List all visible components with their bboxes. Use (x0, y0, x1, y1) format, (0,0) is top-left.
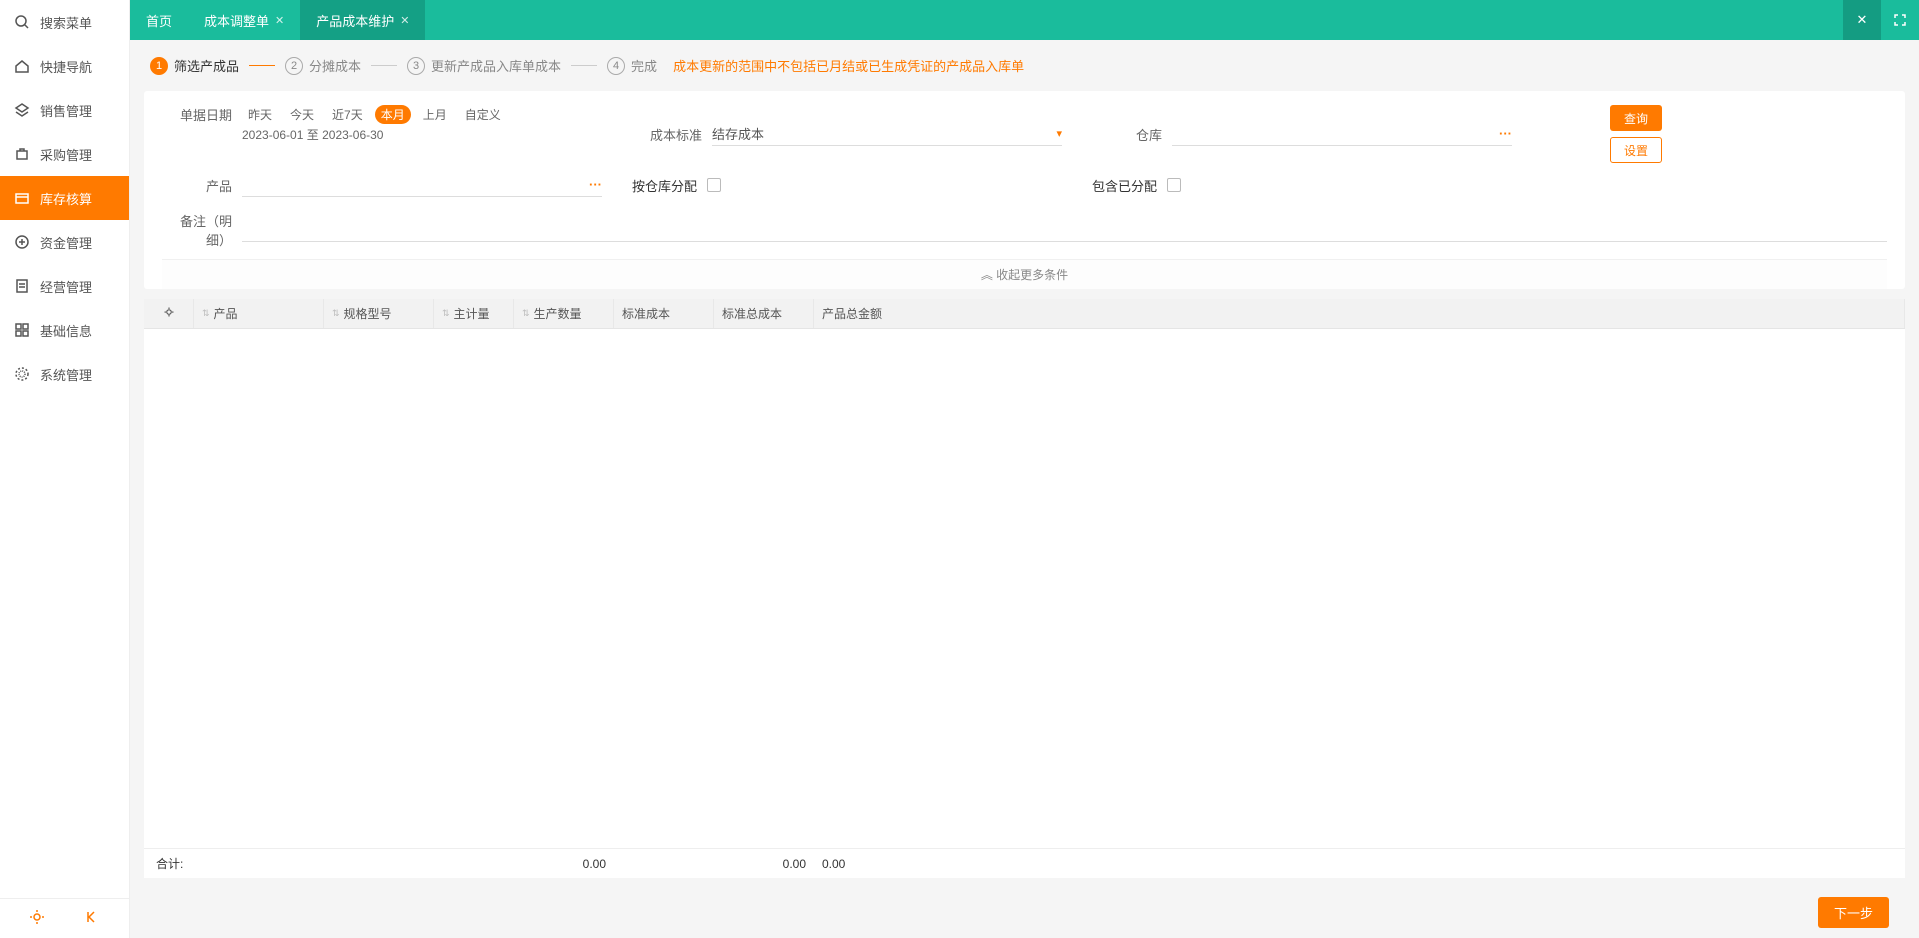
tabbar: 首页 成本调整单✕ 产品成本维护✕ ✕ (130, 0, 1919, 40)
sort-icon[interactable]: ⇅ (202, 309, 210, 318)
sidebar-item-base[interactable]: 基础信息 (0, 308, 129, 352)
close-icon[interactable]: ✕ (400, 14, 409, 27)
more-icon[interactable]: ··· (1499, 126, 1512, 141)
home-icon (14, 58, 30, 74)
include-allocated-label: 包含已分配 (1092, 176, 1157, 195)
close-icon[interactable]: ✕ (275, 14, 284, 27)
step-1: 1筛选产成品 (150, 56, 239, 75)
footer-collapse-icon[interactable] (84, 909, 100, 928)
warehouse-label: 仓库 (1092, 125, 1162, 144)
sidebar-label: 快捷导航 (40, 57, 92, 76)
by-warehouse-checkbox[interactable] (707, 178, 721, 192)
by-warehouse-label: 按仓库分配 (632, 176, 697, 195)
sidebar-label: 资金管理 (40, 233, 92, 252)
sidebar-item-nav[interactable]: 快捷导航 (0, 44, 129, 88)
collapse-bar[interactable]: ︽ 收起更多条件 (162, 259, 1887, 289)
gear-icon[interactable] (163, 306, 175, 321)
date-range: 2023-06-01 至 2023-06-30 (242, 126, 602, 143)
settings-button[interactable]: 设置 (1610, 137, 1662, 163)
sidebar-item-finance[interactable]: 资金管理 (0, 220, 129, 264)
cart-icon (14, 146, 30, 162)
step-warning: 成本更新的范围中不包括已月结或已生成凭证的产成品入库单 (673, 56, 1024, 75)
query-button[interactable]: 查询 (1610, 105, 1662, 131)
sidebar-label: 系统管理 (40, 365, 92, 384)
remark-input[interactable] (242, 218, 1887, 242)
chip-7days[interactable]: 近7天 (326, 105, 369, 124)
table-footer: 合计: 0.00 0.00 0.00 (144, 848, 1905, 878)
doc-icon (14, 278, 30, 294)
sidebar-item-search[interactable]: 搜索菜单 (0, 0, 129, 44)
chip-custom[interactable]: 自定义 (459, 105, 507, 124)
sidebar-item-biz[interactable]: 经营管理 (0, 264, 129, 308)
sidebar-label: 采购管理 (40, 145, 92, 164)
step-4: 4完成 (607, 56, 657, 75)
warehouse-select[interactable]: ··· (1172, 122, 1512, 146)
tab-product-cost[interactable]: 产品成本维护✕ (300, 0, 425, 40)
tab-cost-adjust[interactable]: 成本调整单✕ (188, 0, 300, 40)
step-2: 2分摊成本 (285, 56, 361, 75)
chevron-down-icon: ▾ (1056, 127, 1062, 140)
sidebar-item-system[interactable]: 系统管理 (0, 352, 129, 396)
sort-icon[interactable]: ⇅ (522, 309, 530, 318)
gear-icon (14, 366, 30, 382)
next-button[interactable]: 下一步 (1818, 897, 1889, 928)
sidebar-item-sales[interactable]: 销售管理 (0, 88, 129, 132)
sidebar-label: 搜索菜单 (40, 13, 92, 32)
chip-yesterday[interactable]: 昨天 (242, 105, 278, 124)
sort-icon[interactable]: ⇅ (332, 309, 340, 318)
include-allocated-checkbox[interactable] (1167, 178, 1181, 192)
step-3: 3更新产成品入库单成本 (407, 56, 561, 75)
sidebar-item-inventory[interactable]: 库存核算 (0, 176, 129, 220)
footer-gear-icon[interactable] (29, 909, 45, 928)
search-icon (14, 14, 30, 30)
cost-standard-label: 成本标准 (632, 125, 702, 144)
product-select[interactable]: ··· (242, 173, 602, 197)
chip-lastmonth[interactable]: 上月 (417, 105, 453, 124)
grid-icon (14, 322, 30, 338)
tab-home[interactable]: 首页 (130, 0, 188, 40)
sidebar-label: 销售管理 (40, 101, 92, 120)
more-icon[interactable]: ··· (589, 177, 602, 192)
product-label: 产品 (162, 176, 232, 195)
fullscreen-icon[interactable] (1881, 0, 1919, 40)
chip-today[interactable]: 今天 (284, 105, 320, 124)
remark-label: 备注（明细） (162, 211, 232, 249)
cost-standard-select[interactable]: 结存成本▾ (712, 122, 1062, 146)
tab-close-all[interactable]: ✕ (1843, 0, 1881, 40)
table-body (144, 329, 1905, 848)
date-label: 单据日期 (162, 105, 232, 124)
chevron-up-icon: ︽ (981, 268, 993, 282)
sidebar-label: 经营管理 (40, 277, 92, 296)
filter-panel: 单据日期 昨天 今天 近7天 本月 上月 自定义 (144, 91, 1905, 289)
sidebar-label: 基础信息 (40, 321, 92, 340)
sort-icon[interactable]: ⇅ (442, 309, 450, 318)
coin-icon (14, 234, 30, 250)
sidebar-label: 库存核算 (40, 189, 92, 208)
sidebar-item-purchase[interactable]: 采购管理 (0, 132, 129, 176)
steps-row: 1筛选产成品 2分摊成本 3更新产成品入库单成本 4完成 成本更新的范围中不包括… (130, 40, 1919, 91)
sale-icon (14, 102, 30, 118)
box-icon (14, 190, 30, 206)
table-header: ⇅产品 ⇅规格型号 ⇅主计量 ⇅生产数量 标准成本 标准总成本 产品总金额 (144, 299, 1905, 329)
chip-month[interactable]: 本月 (375, 105, 411, 124)
date-chips: 昨天 今天 近7天 本月 上月 自定义 (242, 105, 602, 124)
